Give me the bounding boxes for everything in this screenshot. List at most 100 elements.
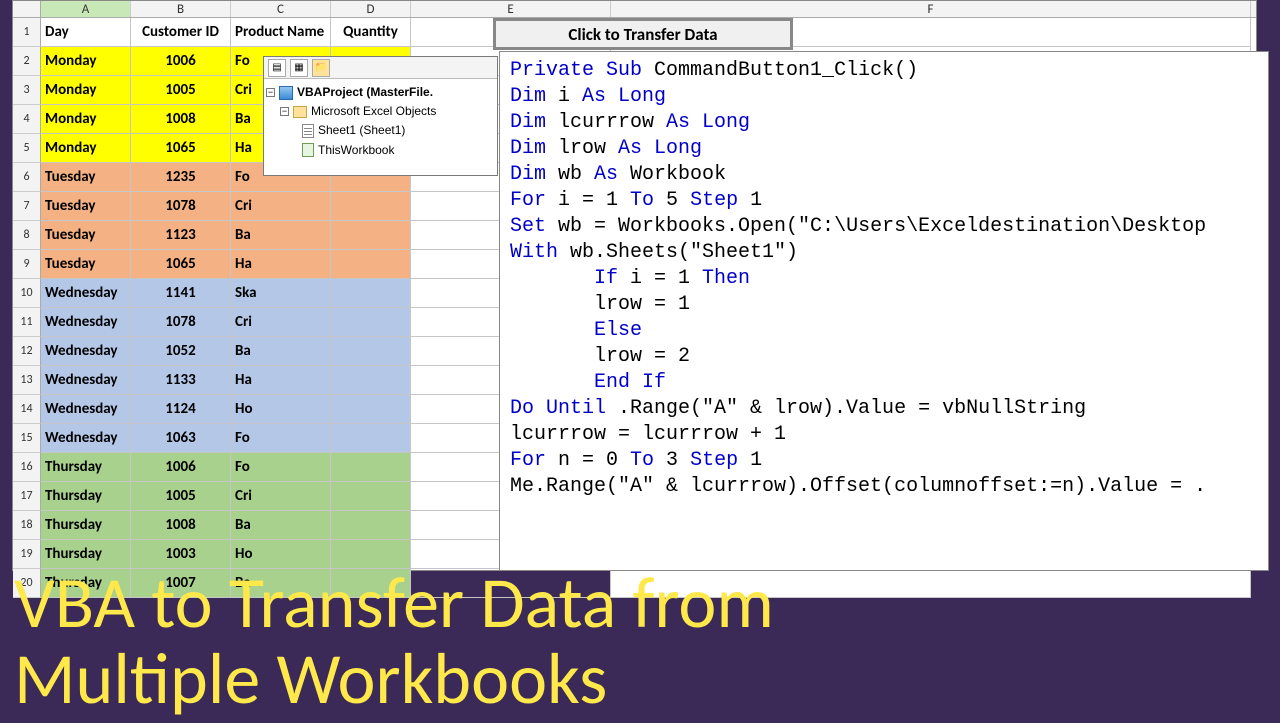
cell-D13[interactable] <box>331 366 411 395</box>
cell-B9[interactable]: 1065 <box>131 250 231 279</box>
cell-D11[interactable] <box>331 308 411 337</box>
cell-A10[interactable]: Wednesday <box>41 279 131 308</box>
collapse-icon[interactable]: − <box>280 107 289 116</box>
cell-B17[interactable]: 1005 <box>131 482 231 511</box>
cell-D10[interactable] <box>331 279 411 308</box>
tree-folder-node[interactable]: − Microsoft Excel Objects <box>266 102 495 121</box>
cell-C8[interactable]: Ba <box>231 221 331 250</box>
cell-C1[interactable]: Product Name <box>231 18 331 47</box>
cell-C14[interactable]: Ho <box>231 395 331 424</box>
cell-B15[interactable]: 1063 <box>131 424 231 453</box>
col-header-F[interactable]: F <box>611 1 1251 17</box>
row-number[interactable]: 8 <box>13 221 41 250</box>
row-number[interactable]: 4 <box>13 105 41 134</box>
row-number[interactable]: 14 <box>13 395 41 424</box>
row-number[interactable]: 13 <box>13 366 41 395</box>
tree-workbook-node[interactable]: ThisWorkbook <box>266 141 495 160</box>
transfer-data-button[interactable]: Click to Transfer Data <box>493 18 793 50</box>
cell-B14[interactable]: 1124 <box>131 395 231 424</box>
cell-C16[interactable]: Fo <box>231 453 331 482</box>
col-header-A[interactable]: A <box>41 1 131 17</box>
cell-B18[interactable]: 1008 <box>131 511 231 540</box>
cell-C9[interactable]: Ha <box>231 250 331 279</box>
cell-A7[interactable]: Tuesday <box>41 192 131 221</box>
cell-A5[interactable]: Monday <box>41 134 131 163</box>
row-number[interactable]: 10 <box>13 279 41 308</box>
tree-sheet-node[interactable]: Sheet1 (Sheet1) <box>266 121 495 140</box>
cell-B11[interactable]: 1078 <box>131 308 231 337</box>
cell-A17[interactable]: Thursday <box>41 482 131 511</box>
cell-A12[interactable]: Wednesday <box>41 337 131 366</box>
cell-B13[interactable]: 1133 <box>131 366 231 395</box>
cell-C11[interactable]: Cri <box>231 308 331 337</box>
row-number[interactable]: 16 <box>13 453 41 482</box>
cell-B6[interactable]: 1235 <box>131 163 231 192</box>
cell-C13[interactable]: Ha <box>231 366 331 395</box>
cell-A15[interactable]: Wednesday <box>41 424 131 453</box>
cell-D12[interactable] <box>331 337 411 366</box>
collapse-icon[interactable]: − <box>266 88 275 97</box>
row-number[interactable]: 17 <box>13 482 41 511</box>
col-header-E[interactable]: E <box>411 1 611 17</box>
row-number[interactable]: 18 <box>13 511 41 540</box>
toggle-folders-icon[interactable]: 📁 <box>312 59 330 77</box>
cell-D8[interactable] <box>331 221 411 250</box>
row-number[interactable]: 5 <box>13 134 41 163</box>
tree-project-node[interactable]: − VBAProject (MasterFile. <box>266 83 495 102</box>
cell-C7[interactable]: Cri <box>231 192 331 221</box>
cell-C12[interactable]: Ba <box>231 337 331 366</box>
cell-B8[interactable]: 1123 <box>131 221 231 250</box>
cell-A16[interactable]: Thursday <box>41 453 131 482</box>
row-number[interactable]: 6 <box>13 163 41 192</box>
col-header-D[interactable]: D <box>331 1 411 17</box>
cell-A18[interactable]: Thursday <box>41 511 131 540</box>
cell-B12[interactable]: 1052 <box>131 337 231 366</box>
row-number[interactable]: 15 <box>13 424 41 453</box>
view-object-icon[interactable]: ▦ <box>290 59 308 77</box>
cell-A14[interactable]: Wednesday <box>41 395 131 424</box>
cell-B16[interactable]: 1006 <box>131 453 231 482</box>
select-all-corner[interactable] <box>13 1 41 17</box>
row-number[interactable]: 11 <box>13 308 41 337</box>
cell-A11[interactable]: Wednesday <box>41 308 131 337</box>
row-number[interactable]: 1 <box>13 18 41 47</box>
row-number[interactable]: 2 <box>13 47 41 76</box>
cell-B10[interactable]: 1141 <box>131 279 231 308</box>
cell-A2[interactable]: Monday <box>41 47 131 76</box>
cell-C18[interactable]: Ba <box>231 511 331 540</box>
cell-D15[interactable] <box>331 424 411 453</box>
cell-B5[interactable]: 1065 <box>131 134 231 163</box>
cell-C15[interactable]: Fo <box>231 424 331 453</box>
folder-icon <box>293 106 307 118</box>
cell-A8[interactable]: Tuesday <box>41 221 131 250</box>
cell-D17[interactable] <box>331 482 411 511</box>
cell-D18[interactable] <box>331 511 411 540</box>
vba-code-pane[interactable]: Private Sub CommandButton1_Click()Dim i … <box>499 51 1269 571</box>
row-number[interactable]: 12 <box>13 337 41 366</box>
cell-A1[interactable]: Day <box>41 18 131 47</box>
row-number[interactable]: 7 <box>13 192 41 221</box>
cell-A13[interactable]: Wednesday <box>41 366 131 395</box>
cell-D9[interactable] <box>331 250 411 279</box>
cell-D16[interactable] <box>331 453 411 482</box>
cell-C17[interactable]: Cri <box>231 482 331 511</box>
vbe-project-explorer[interactable]: ▤ ▦ 📁 − VBAProject (MasterFile. − Micros… <box>263 56 498 176</box>
cell-A3[interactable]: Monday <box>41 76 131 105</box>
cell-B7[interactable]: 1078 <box>131 192 231 221</box>
cell-A6[interactable]: Tuesday <box>41 163 131 192</box>
cell-A9[interactable]: Tuesday <box>41 250 131 279</box>
row-number[interactable]: 3 <box>13 76 41 105</box>
cell-B1[interactable]: Customer ID <box>131 18 231 47</box>
cell-B4[interactable]: 1008 <box>131 105 231 134</box>
col-header-B[interactable]: B <box>131 1 231 17</box>
cell-C10[interactable]: Ska <box>231 279 331 308</box>
cell-D14[interactable] <box>331 395 411 424</box>
col-header-C[interactable]: C <box>231 1 331 17</box>
cell-A4[interactable]: Monday <box>41 105 131 134</box>
cell-D1[interactable]: Quantity <box>331 18 411 47</box>
cell-D7[interactable] <box>331 192 411 221</box>
cell-B3[interactable]: 1005 <box>131 76 231 105</box>
view-code-icon[interactable]: ▤ <box>268 59 286 77</box>
row-number[interactable]: 9 <box>13 250 41 279</box>
cell-B2[interactable]: 1006 <box>131 47 231 76</box>
